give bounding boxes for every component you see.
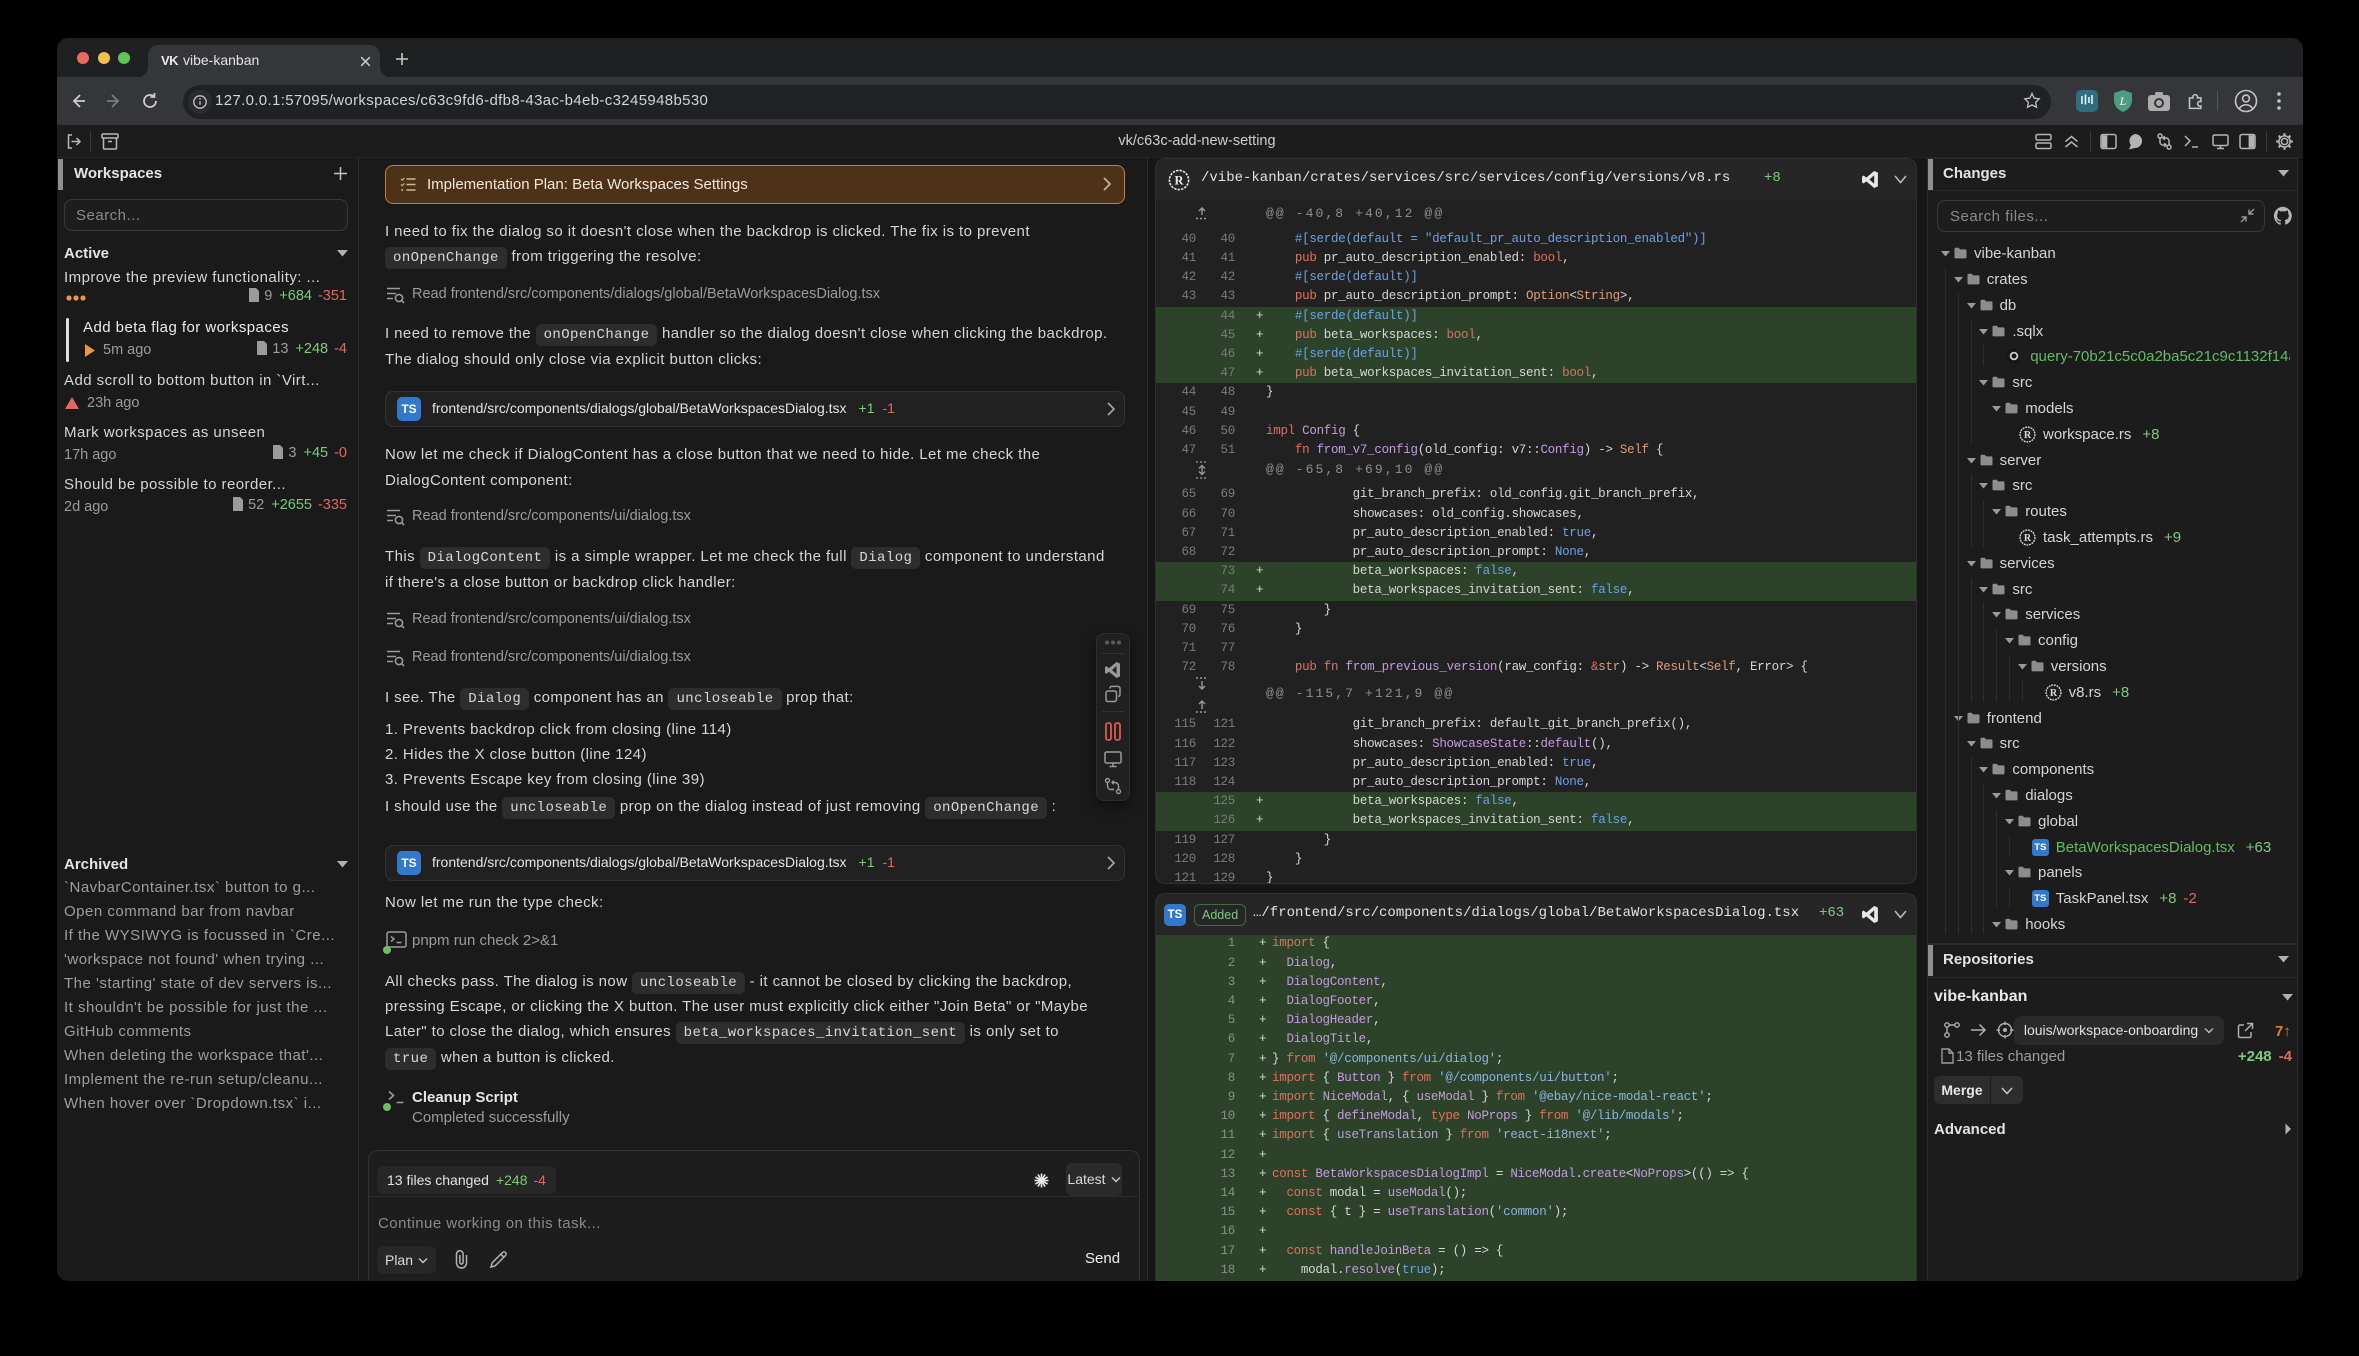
svg-text:R: R	[2024, 430, 2032, 441]
svg-text:L: L	[2119, 94, 2127, 108]
svg-text:R: R	[2024, 533, 2032, 544]
svg-text:R: R	[2049, 688, 2057, 699]
svg-text:R: R	[1174, 173, 1184, 187]
